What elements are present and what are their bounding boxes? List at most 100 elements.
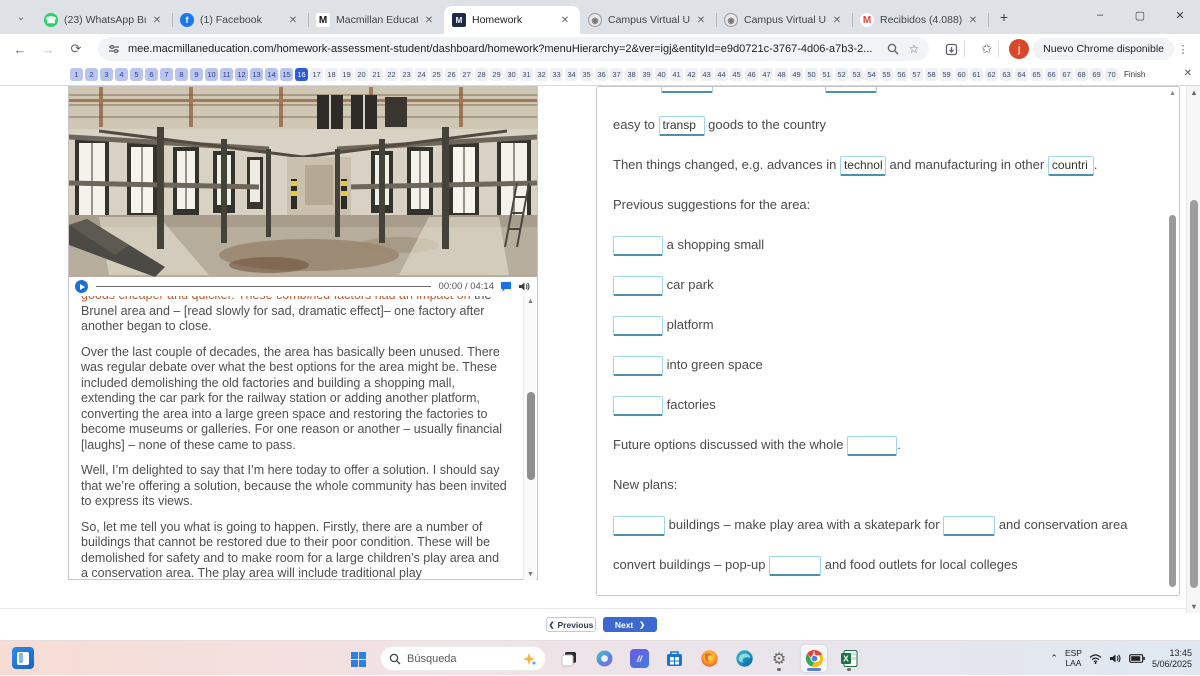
browser-tab-2[interactable]: MMacmillan Education✕ <box>308 6 444 34</box>
question-1[interactable]: 1 <box>70 68 83 81</box>
exercise-scroll-up-icon[interactable]: ▲ <box>1169 90 1176 97</box>
tab-close-icon[interactable]: ✕ <box>150 13 164 27</box>
close-button[interactable]: ✕ <box>1160 0 1200 30</box>
browser-tab-1[interactable]: f(1) Facebook✕ <box>172 6 308 34</box>
next-button[interactable]: Next❯ <box>603 617 657 632</box>
answer-input[interactable] <box>659 116 705 136</box>
clock[interactable]: 13:455/06/2025 <box>1152 648 1192 669</box>
tab-close-icon[interactable]: ✕ <box>286 13 300 27</box>
question-57[interactable]: 57 <box>910 68 923 81</box>
question-22[interactable]: 22 <box>385 68 398 81</box>
answer-input[interactable] <box>613 316 663 336</box>
question-14[interactable]: 14 <box>265 68 278 81</box>
question-35[interactable]: 35 <box>580 68 593 81</box>
question-33[interactable]: 33 <box>550 68 563 81</box>
transcript-scrollbar[interactable]: ▲ ▼ <box>523 296 536 580</box>
answer-input[interactable] <box>613 516 665 536</box>
chrome-update-chip[interactable]: Nuevo Chrome disponible <box>1033 38 1174 60</box>
question-15[interactable]: 15 <box>280 68 293 81</box>
question-54[interactable]: 54 <box>865 68 878 81</box>
question-50[interactable]: 50 <box>805 68 818 81</box>
forward-button[interactable]: → <box>36 37 60 61</box>
tab-close-icon[interactable]: ✕ <box>422 13 436 27</box>
start-button[interactable] <box>347 648 369 670</box>
answer-input[interactable] <box>661 87 713 93</box>
reload-button[interactable]: ⟳ <box>64 37 88 61</box>
question-30[interactable]: 30 <box>505 68 518 81</box>
question-63[interactable]: 63 <box>1000 68 1013 81</box>
question-43[interactable]: 43 <box>700 68 713 81</box>
question-70[interactable]: 70 <box>1105 68 1118 81</box>
question-32[interactable]: 32 <box>535 68 548 81</box>
question-37[interactable]: 37 <box>610 68 623 81</box>
browser-tab-4[interactable]: ◉Campus Virtual UPAC✕ <box>580 6 716 34</box>
maximize-button[interactable]: ▢ <box>1120 0 1160 30</box>
question-3[interactable]: 3 <box>100 68 113 81</box>
question-29[interactable]: 29 <box>490 68 503 81</box>
new-tab-button[interactable]: + <box>992 5 1016 29</box>
browser-tab-0[interactable]: ☎(23) WhatsApp Busin✕ <box>36 6 172 34</box>
site-settings-icon[interactable] <box>108 43 120 55</box>
extensions-icon[interactable]: ✩ <box>981 41 992 57</box>
browser-menu-icon[interactable]: ⋮ <box>1174 38 1192 60</box>
question-16[interactable]: 16 <box>295 68 308 81</box>
question-48[interactable]: 48 <box>775 68 788 81</box>
url-text[interactable]: mee.macmillaneducation.com/homework-asse… <box>128 43 877 55</box>
question-21[interactable]: 21 <box>370 68 383 81</box>
tab-search-button[interactable]: ⌄ <box>8 4 34 30</box>
exercise-scroll-thumb[interactable] <box>1169 215 1176 587</box>
speaker-icon[interactable] <box>1109 653 1122 664</box>
excel-icon[interactable]: X <box>836 645 862 672</box>
page-scroll-thumb[interactable] <box>1190 200 1198 588</box>
question-42[interactable]: 42 <box>685 68 698 81</box>
question-7[interactable]: 7 <box>160 68 173 81</box>
store-icon[interactable] <box>661 645 687 672</box>
minimize-button[interactable]: – <box>1080 0 1120 30</box>
browser-tab-6[interactable]: MRecibidos (4.088) - js✕ <box>852 6 988 34</box>
question-26[interactable]: 26 <box>445 68 458 81</box>
question-66[interactable]: 66 <box>1045 68 1058 81</box>
question-11[interactable]: 11 <box>220 68 233 81</box>
question-67[interactable]: 67 <box>1060 68 1073 81</box>
scroll-up-icon[interactable]: ▲ <box>524 298 537 305</box>
question-23[interactable]: 23 <box>400 68 413 81</box>
question-bar-close-icon[interactable]: ✕ <box>1184 68 1192 79</box>
answer-input[interactable] <box>613 356 663 376</box>
answer-input[interactable] <box>613 276 663 296</box>
answer-input[interactable] <box>943 516 995 536</box>
answer-input[interactable] <box>769 556 821 576</box>
question-61[interactable]: 61 <box>970 68 983 81</box>
question-28[interactable]: 28 <box>475 68 488 81</box>
macmillan-app-icon[interactable]: // <box>626 645 652 672</box>
question-12[interactable]: 12 <box>235 68 248 81</box>
back-button[interactable]: ← <box>8 37 32 61</box>
browser-tab-3[interactable]: MHomework✕ <box>444 6 580 34</box>
question-69[interactable]: 69 <box>1090 68 1103 81</box>
question-5[interactable]: 5 <box>130 68 143 81</box>
settings-icon[interactable]: ⚙ <box>766 645 792 672</box>
finish-label[interactable]: Finish <box>1124 70 1145 79</box>
question-34[interactable]: 34 <box>565 68 578 81</box>
question-4[interactable]: 4 <box>115 68 128 81</box>
wifi-icon[interactable] <box>1089 654 1102 664</box>
widgets-icon[interactable] <box>12 647 34 669</box>
question-51[interactable]: 51 <box>820 68 833 81</box>
answer-input[interactable] <box>825 87 877 93</box>
question-8[interactable]: 8 <box>175 68 188 81</box>
question-65[interactable]: 65 <box>1030 68 1043 81</box>
question-56[interactable]: 56 <box>895 68 908 81</box>
tray-chevron-icon[interactable]: ⌃ <box>1050 653 1058 664</box>
question-46[interactable]: 46 <box>745 68 758 81</box>
profile-avatar[interactable]: j <box>1009 39 1029 59</box>
question-20[interactable]: 20 <box>355 68 368 81</box>
page-scroll-down-icon[interactable]: ▼ <box>1187 602 1200 611</box>
transcript-scroll-thumb[interactable] <box>527 392 535 480</box>
question-19[interactable]: 19 <box>340 68 353 81</box>
answer-input[interactable] <box>840 156 886 176</box>
tab-close-icon[interactable]: ✕ <box>558 13 572 27</box>
question-9[interactable]: 9 <box>190 68 203 81</box>
question-62[interactable]: 62 <box>985 68 998 81</box>
question-40[interactable]: 40 <box>655 68 668 81</box>
copilot-icon[interactable] <box>591 645 617 672</box>
bookmark-star-icon[interactable]: ☆ <box>909 42 920 56</box>
